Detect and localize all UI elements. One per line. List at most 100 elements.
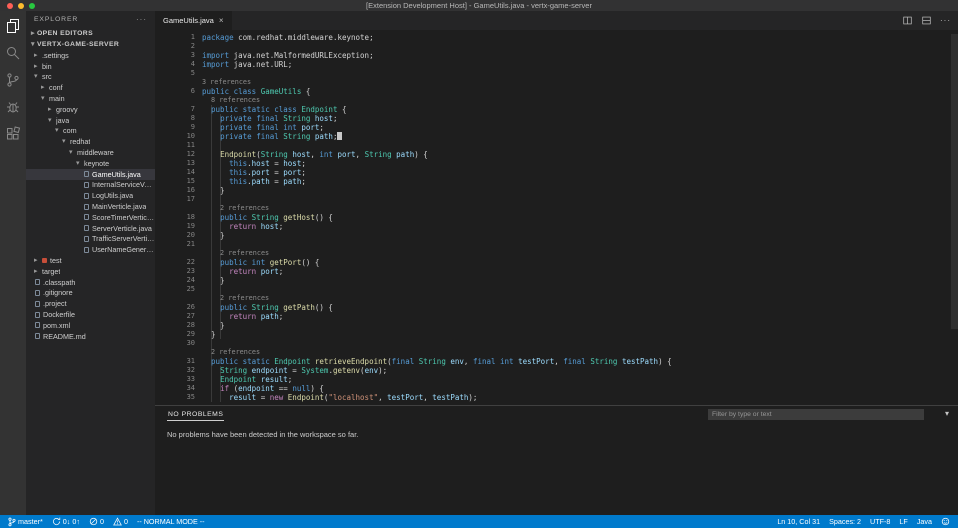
chevron-down-icon[interactable]: ▾ [945, 410, 949, 418]
tree-item-label: LogUtils.java [92, 191, 134, 201]
file-icon [84, 246, 89, 253]
tab-gameutils-java[interactable]: GameUtils.java × [155, 11, 232, 30]
tree-item-trafficserververti[interactable]: TrafficServerVerti… [26, 234, 155, 245]
section-open-editors[interactable]: ▸ OPEN EDITORS [26, 28, 155, 39]
code-line: 13 this.host = host; [155, 159, 958, 168]
search-icon[interactable] [5, 45, 21, 61]
tree-item-label: java [56, 115, 70, 125]
tree-item-com[interactable]: ▾ com [26, 126, 155, 137]
git-branch-status[interactable]: master* [8, 517, 43, 527]
tree-item-src[interactable]: ▾ src [26, 72, 155, 83]
tree-item-target[interactable]: ▸ target [26, 266, 155, 277]
panel-tab-no-problems[interactable]: NO PROBLEMS [167, 409, 225, 421]
line-number: 32 [186, 366, 195, 374]
tree-item-label: conf [49, 83, 63, 93]
line-number [155, 78, 195, 87]
line-number: 19 [186, 222, 195, 230]
file-icon [84, 235, 89, 242]
code-line-text: import java.net.MalformedURLException; [202, 51, 374, 60]
code-line: 22 public int getPort() { [155, 258, 958, 267]
codelens-label[interactable]: 2 references [202, 249, 269, 258]
ellipsis-icon[interactable]: ··· [136, 15, 147, 24]
error-count[interactable]: 0 [89, 517, 104, 526]
tree-item-conf[interactable]: ▸ conf [26, 82, 155, 93]
split-editor-icon[interactable] [902, 15, 913, 26]
tree-item-logutils-java[interactable]: LogUtils.java [26, 190, 155, 201]
minimize-window-button[interactable] [18, 2, 24, 9]
codelens-label[interactable]: 3 references [202, 78, 251, 87]
tree-item-test[interactable]: ▸ test [26, 255, 155, 266]
codelens-label[interactable]: 2 references [202, 204, 269, 213]
status-item-label: 0 [123, 517, 128, 526]
file-icon [35, 279, 40, 286]
tree-item-label: MainVerticle.java [92, 202, 147, 212]
tree-item-middleware[interactable]: ▾ middleware [26, 147, 155, 158]
close-icon[interactable]: × [219, 16, 224, 25]
code-line: 24 } [155, 276, 958, 285]
tree-item-serververticle-java[interactable]: ServerVerticle.java [26, 223, 155, 234]
code-line-text: result = new Endpoint("localhost", testP… [229, 393, 478, 402]
code-line: 5 [155, 69, 958, 78]
tree-item-mainverticle-java[interactable]: MainVerticle.java [26, 201, 155, 212]
tree-item-usernamegenerat[interactable]: UserNameGenerat… [26, 244, 155, 255]
tree-item-bin[interactable]: ▸ bin [26, 61, 155, 72]
tree-item-pom-xml[interactable]: pom.xml [26, 320, 155, 331]
section-workspace-root[interactable]: ▾ VERTX-GAME-SERVER [26, 39, 155, 50]
tree-item-groovy[interactable]: ▸ groovy [26, 104, 155, 115]
line-number [155, 249, 195, 258]
line-number: 21 [186, 240, 195, 248]
tree-item-gameutils-java[interactable]: GameUtils.java [26, 168, 155, 180]
codelens-label[interactable]: 2 references [202, 348, 260, 357]
status-item-label: Java [916, 517, 932, 526]
file-icon [84, 225, 89, 232]
tree-item-main[interactable]: ▾ main [26, 93, 155, 104]
tree-item-project[interactable]: .project [26, 298, 155, 309]
tree-item-dockerfile[interactable]: Dockerfile [26, 309, 155, 320]
maximize-window-button[interactable] [29, 2, 35, 9]
source-control-icon[interactable] [5, 72, 21, 88]
line-number: 24 [186, 276, 195, 284]
tree-item-java[interactable]: ▾ java [26, 115, 155, 126]
line-number: 30 [186, 339, 195, 347]
tree-item-settings[interactable]: ▸ .settings [26, 50, 155, 61]
feedback-smiley-icon[interactable] [941, 517, 950, 526]
git-sync-status[interactable]: 0↓ 0↑ [52, 517, 80, 526]
code-line-text: package com.redhat.middleware.keynote; [202, 33, 374, 42]
line-number: 17 [186, 195, 195, 203]
problems-filter-input[interactable] [708, 409, 924, 420]
code-line: 12 Endpoint(String host, int port, Strin… [155, 150, 958, 159]
encoding-setting[interactable]: UTF-8 [870, 517, 890, 526]
tree-item-internalservicever[interactable]: InternalServiceVer… [26, 180, 155, 191]
codelens-label[interactable]: 2 references [202, 294, 269, 303]
close-window-button[interactable] [7, 2, 13, 9]
explorer-icon[interactable] [5, 18, 21, 34]
toggle-layout-icon[interactable] [921, 15, 932, 26]
tree-item-readme-md[interactable]: README.md [26, 331, 155, 342]
code-line: 20 } [155, 231, 958, 240]
line-number: 13 [186, 159, 195, 167]
more-actions-icon[interactable]: ··· [940, 16, 951, 25]
file-icon [35, 311, 40, 318]
debug-icon[interactable] [5, 99, 21, 115]
extensions-icon[interactable] [5, 126, 21, 142]
tree-item-gitignore[interactable]: .gitignore [26, 288, 155, 299]
vertical-scrollbar[interactable] [951, 34, 958, 329]
code-line-text: private final String host; [220, 114, 338, 123]
tree-item-keynote[interactable]: ▾ keynote [26, 158, 155, 169]
warning-count[interactable]: 0 [113, 517, 128, 526]
status-item-label: UTF-8 [870, 517, 891, 526]
indentation-setting[interactable]: Spaces: 2 [829, 517, 861, 526]
cursor-position[interactable]: Ln 10, Col 31 [777, 517, 820, 526]
tree-item-redhat[interactable]: ▾ redhat [26, 136, 155, 147]
warning-icon [113, 517, 122, 526]
eol-setting[interactable]: LF [899, 517, 907, 526]
code-editor[interactable]: 1 package com.redhat.middleware.keynote; 2… [155, 30, 958, 405]
code-line-text: } [202, 276, 225, 285]
tree-item-scoretimerverticl[interactable]: ScoreTimerVerticl… [26, 212, 155, 223]
codelens-label[interactable]: 8 references [202, 96, 260, 105]
tree-item-classpath[interactable]: .classpath [26, 277, 155, 288]
code-line-text: return host; [229, 222, 284, 231]
tree-item-label: ScoreTimerVerticl… [92, 212, 155, 222]
line-number: 8 [190, 114, 195, 122]
language-mode[interactable]: Java [917, 517, 932, 526]
